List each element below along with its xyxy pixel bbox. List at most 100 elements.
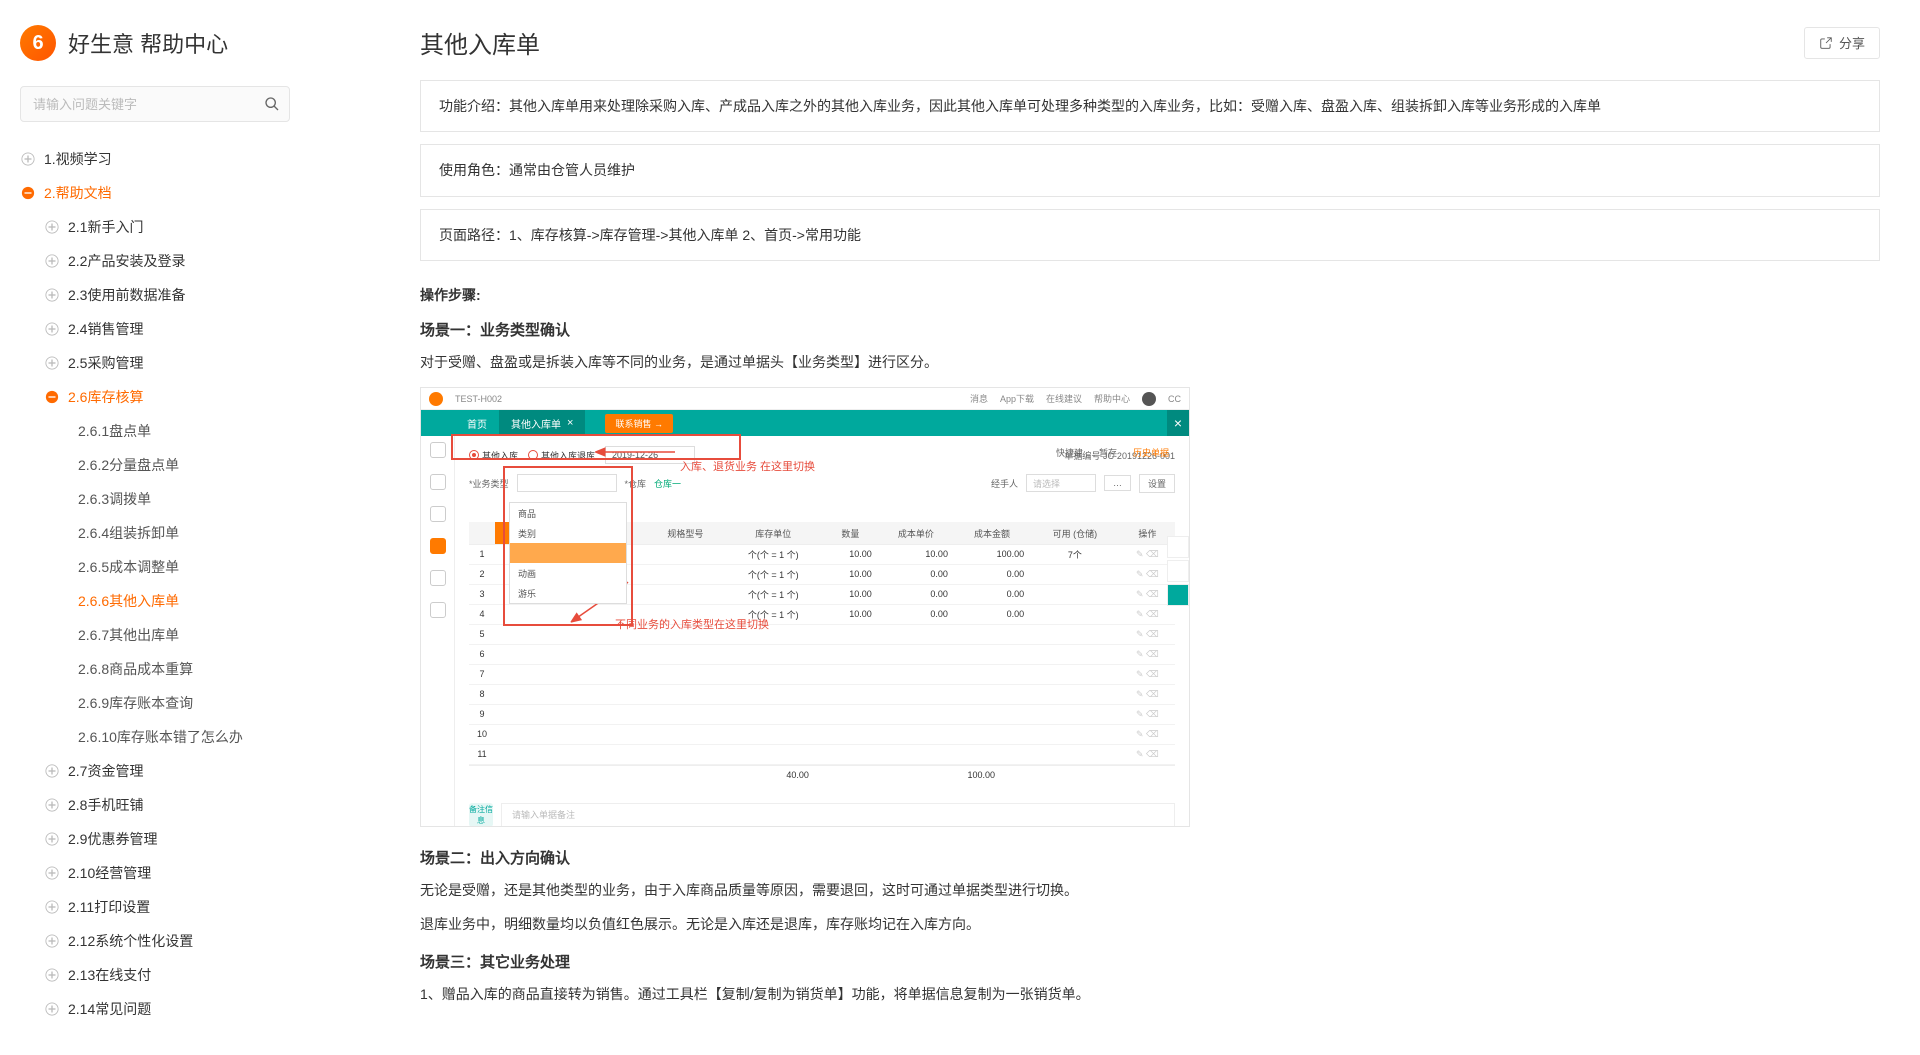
nav-2-14[interactable]: 2.14常见问题 <box>20 992 290 1026</box>
ss-username: CC <box>1168 394 1181 404</box>
ss-tabs: 首页 其他入库单× 联系销售 → × <box>421 410 1189 436</box>
ss-body: 快捷建 暂存 历史单据 其他入库 其他入库退库 2019-12-26 单据编号 … <box>421 436 1189 826</box>
ss-tenant: TEST-H002 <box>455 394 502 404</box>
nav-label: 2.6.10库存账本错了怎么办 <box>78 727 243 747</box>
plus-icon <box>20 151 36 167</box>
search-icon[interactable] <box>264 96 280 112</box>
share-label: 分享 <box>1839 33 1865 52</box>
app-screenshot: TEST-H002 消息 App下载 在线建议 帮助中心 CC 首页 其他入库单… <box>420 387 1190 827</box>
plus-icon <box>44 797 60 813</box>
tool-icon-active <box>1167 584 1189 606</box>
nav-l1-docs[interactable]: 2.帮助文档 <box>20 176 290 210</box>
ss-tool-hist: 暂存 <box>1093 444 1123 461</box>
ss-side-icon <box>430 570 446 586</box>
th-amount: 成本金额 <box>954 522 1030 544</box>
plus-icon <box>44 831 60 847</box>
nav-2-6-7[interactable]: 2.6.7其他出库单 <box>20 618 290 652</box>
nav-2-6-4[interactable]: 2.6.4组装拆卸单 <box>20 516 290 550</box>
nav-label: 2.5采购管理 <box>68 353 143 373</box>
nav-2-6-3[interactable]: 2.6.3调拨单 <box>20 482 290 516</box>
nav-2-6-9[interactable]: 2.6.9库存账本查询 <box>20 686 290 720</box>
ss-btn-auto: … <box>1104 475 1131 491</box>
ss-dd-item: 动画 <box>510 563 626 583</box>
nav-2-6-1[interactable]: 2.6.1盘点单 <box>20 414 290 448</box>
share-button[interactable]: 分享 <box>1804 27 1880 59</box>
ss-dd-item-selected <box>510 543 626 563</box>
ss-side-icon <box>430 442 446 458</box>
ss-side-icon <box>430 474 446 490</box>
nav-2-8[interactable]: 2.8手机旺铺 <box>20 788 290 822</box>
table-row: 8✎ ⌫ <box>469 684 1175 704</box>
scene2-heading: 场景二：出入方向确认 <box>420 847 1880 868</box>
nav-label: 2.14常见问题 <box>68 999 151 1019</box>
nav-2-1[interactable]: 2.1新手入门 <box>20 210 290 244</box>
nav-label: 2.9优惠券管理 <box>68 829 157 849</box>
ss-maker-label: 经手人 <box>991 477 1018 490</box>
plus-icon <box>44 1001 60 1017</box>
nav-label: 2.6.5成本调整单 <box>78 557 179 577</box>
nav-label: 2.6.3调拨单 <box>78 489 151 509</box>
nav-l1-video[interactable]: 1.视频学习 <box>20 142 290 176</box>
nav-2-11[interactable]: 2.11打印设置 <box>20 890 290 924</box>
nav-2-6-5[interactable]: 2.6.5成本调整单 <box>20 550 290 584</box>
nav-2-6-6[interactable]: 2.6.6其他入库单 <box>20 584 290 618</box>
nav-label: 2.6.1盘点单 <box>78 421 151 441</box>
ss-side-icon <box>430 602 446 618</box>
nav-2-3[interactable]: 2.3使用前数据准备 <box>20 278 290 312</box>
scene2-text2: 退库业务中，明细数量均以负值红色展示。无论是入库还是退库，库存账均记在入库方向。 <box>420 912 1880 937</box>
ss-contact-btn: 联系销售 → <box>605 414 673 433</box>
nav-2-2[interactable]: 2.2产品安装及登录 <box>20 244 290 278</box>
scene2-text1: 无论是受赠，还是其他类型的业务，由于入库商品质量等原因，需要退回，这时可通过单据… <box>420 878 1880 903</box>
ss-side-icon <box>430 506 446 522</box>
scene1-heading: 场景一：业务类型确认 <box>420 319 1880 340</box>
th-avail: 可用 (仓储) <box>1030 522 1120 544</box>
nav-label: 2.8手机旺铺 <box>68 795 143 815</box>
ss-content: 快捷建 暂存 历史单据 其他入库 其他入库退库 2019-12-26 单据编号 … <box>455 436 1189 826</box>
plus-icon <box>44 763 60 779</box>
path-label: 页面路径： <box>439 227 509 243</box>
role-box: 使用角色：通常由仓管人员维护 <box>420 144 1880 196</box>
ss-tab-home: 首页 <box>455 410 499 436</box>
ss-dd-item: 类别 <box>510 523 626 543</box>
ss-tab-label: 首页 <box>467 416 487 431</box>
main: 其他入库单 分享 功能介绍：其他入库单用来处理除采购入库、产成品入库之外的其他入… <box>310 0 1920 1055</box>
plus-icon <box>44 899 60 915</box>
nav-2-6-10[interactable]: 2.6.10库存账本错了怎么办 <box>20 720 290 754</box>
ss-note-input: 请输入单据备注 <box>501 803 1175 827</box>
nav-label: 2.4销售管理 <box>68 319 143 339</box>
site-title: 好生意 帮助中心 <box>68 27 228 59</box>
nav-2-6-8[interactable]: 2.6.8商品成本重算 <box>20 652 290 686</box>
scene1-text: 对于受赠、盘盈或是拆装入库等不同的业务，是通过单据头【业务类型】进行区分。 <box>420 350 1880 375</box>
ss-tool-fast: 快捷建 <box>1050 444 1089 461</box>
ss-logo-icon <box>429 392 443 406</box>
nav-2-12[interactable]: 2.12系统个性化设置 <box>20 924 290 958</box>
close-icon: × <box>567 417 573 429</box>
logo-icon: 6 <box>20 25 56 61</box>
nav-2-9[interactable]: 2.9优惠券管理 <box>20 822 290 856</box>
search-input[interactable] <box>20 86 290 122</box>
nav-2-10[interactable]: 2.10经营管理 <box>20 856 290 890</box>
nav-label: 2.10经营管理 <box>68 863 151 883</box>
scene3-heading: 场景三：其它业务处理 <box>420 951 1880 972</box>
ss-anno2: 不同业务的入库类型在这里切换 <box>615 616 769 632</box>
nav-label: 2.1新手入门 <box>68 217 143 237</box>
nav-2-5[interactable]: 2.5采购管理 <box>20 346 290 380</box>
intro-box: 功能介绍：其他入库单用来处理除采购入库、产成品入库之外的其他入库业务，因此其他入… <box>420 80 1880 132</box>
ss-maker-val: 请选择 <box>1026 474 1096 492</box>
ss-dropdown: 商品 类别 动画 游乐 <box>509 502 627 604</box>
ss-avatar-icon <box>1142 392 1156 406</box>
nav-2-13[interactable]: 2.13在线支付 <box>20 958 290 992</box>
th-price: 成本单价 <box>878 522 954 544</box>
nav-label: 2.6.6其他入库单 <box>78 591 179 611</box>
ss-invest-icon: 在线建议 <box>1046 392 1082 405</box>
nav-2-6-2[interactable]: 2.6.2分量盘点单 <box>20 448 290 482</box>
nav-label: 2.6.8商品成本重算 <box>78 659 193 679</box>
minus-icon <box>20 185 36 201</box>
nav-2-7[interactable]: 2.7资金管理 <box>20 754 290 788</box>
nav-2-6[interactable]: 2.6库存核算 <box>20 380 290 414</box>
nav-2-4[interactable]: 2.4销售管理 <box>20 312 290 346</box>
nav-label: 2.6.2分量盘点单 <box>78 455 179 475</box>
plus-icon <box>44 219 60 235</box>
sidebar: 6 好生意 帮助中心 1.视频学习 2.帮助文档 2.1新手入门 2.2产品安装… <box>0 0 310 1055</box>
role-label: 使用角色： <box>439 162 509 178</box>
